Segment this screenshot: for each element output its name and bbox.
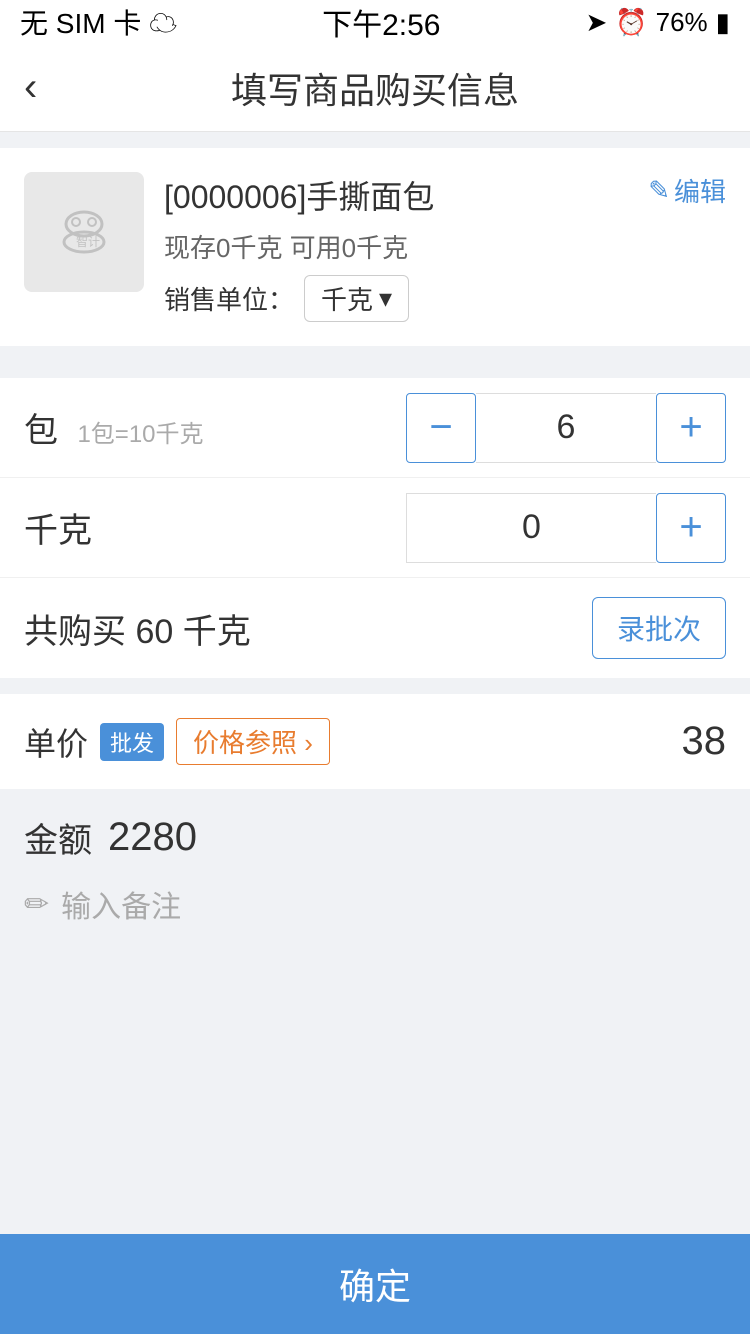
product-name: [0000006]手撕面包 <box>164 172 648 218</box>
edit-button[interactable]: ✎ 编辑 <box>648 172 726 209</box>
price-value: 38 <box>682 719 727 764</box>
product-logo-icon: 智计 <box>54 202 114 262</box>
confirm-button[interactable]: 确定 <box>0 1234 750 1334</box>
battery-text: 76% <box>656 7 708 38</box>
pencil-icon: ✏ <box>24 887 49 922</box>
remark-placeholder: 输入备注 <box>61 882 181 926</box>
status-left: 无 SIM 卡 ☁ <box>20 2 177 42</box>
kg-plus-button[interactable]: + <box>656 493 726 563</box>
price-row: 单价 批发 价格参照 › 38 <box>24 718 726 765</box>
unit-price-text: 单价 <box>24 719 88 765</box>
kg-row: 千克 + <box>0 478 750 578</box>
status-right: ➤ ⏰ 76% ▮ <box>585 7 730 38</box>
nav-bar: ‹ 填写商品购买信息 <box>0 44 750 132</box>
unit-value: 千克 <box>321 280 373 317</box>
product-image: 智计 <box>24 172 144 292</box>
bao-input[interactable] <box>476 393 656 463</box>
bao-plus-button[interactable]: + <box>656 393 726 463</box>
unit-select[interactable]: 千克 ▾ <box>304 275 409 322</box>
bao-quantity-control: − + <box>406 393 726 463</box>
batch-button[interactable]: 录批次 <box>592 597 726 659</box>
price-section: 单价 批发 价格参照 › 38 <box>0 694 750 789</box>
amount-row: 金额 2280 <box>24 813 726 862</box>
battery-icon: ▮ <box>716 7 730 38</box>
svg-text:智计: 智计 <box>76 234 100 249</box>
bao-label: 包 1包=10千克 <box>24 403 406 452</box>
remark-row[interactable]: ✏ 输入备注 <box>24 882 726 926</box>
amount-section: 金额 2280 ✏ 输入备注 <box>0 789 750 950</box>
product-section: 智计 [0000006]手撕面包 ✎ 编辑 现存0千克 可用0千克 销售单位： … <box>0 148 750 346</box>
dropdown-icon: ▾ <box>379 283 392 314</box>
sim-status: 无 SIM 卡 ☁ <box>20 2 177 42</box>
kg-quantity-control: + <box>406 493 726 563</box>
edit-icon: ✎ <box>648 175 670 206</box>
quantity-section: 包 1包=10千克 − + 千克 + <box>0 378 750 578</box>
back-button[interactable]: ‹ <box>24 65 37 110</box>
alarm-icon: ⏰ <box>615 7 647 38</box>
divider-1 <box>0 346 750 362</box>
price-label: 单价 批发 价格参照 › <box>24 718 330 765</box>
bao-minus-button[interactable]: − <box>406 393 476 463</box>
kg-input[interactable] <box>406 493 656 563</box>
product-header: [0000006]手撕面包 ✎ 编辑 <box>164 172 726 218</box>
kg-label: 千克 <box>24 503 406 552</box>
product-unit-row: 销售单位： 千克 ▾ <box>164 275 726 322</box>
total-text: 共购买 60 千克 <box>24 604 251 653</box>
status-bar: 无 SIM 卡 ☁ 下午2:56 ➤ ⏰ 76% ▮ <box>0 0 750 44</box>
bao-hint: 1包=10千克 <box>77 421 203 448</box>
divider-2 <box>0 678 750 694</box>
pifa-badge: 批发 <box>100 723 164 761</box>
page-title: 填写商品购买信息 <box>231 62 519 114</box>
price-ref-button[interactable]: 价格参照 › <box>176 718 330 765</box>
unit-label: 销售单位： <box>164 280 294 317</box>
bao-row: 包 1包=10千克 − + <box>0 378 750 478</box>
amount-value: 2280 <box>108 815 197 860</box>
total-row: 共购买 60 千克 录批次 <box>0 578 750 678</box>
location-icon: ➤ <box>585 7 607 38</box>
product-info: [0000006]手撕面包 ✎ 编辑 现存0千克 可用0千克 销售单位： 千克 … <box>164 172 726 322</box>
status-time: 下午2:56 <box>322 0 440 44</box>
product-stock: 现存0千克 可用0千克 <box>164 228 726 265</box>
amount-label: 金额 <box>24 813 92 862</box>
